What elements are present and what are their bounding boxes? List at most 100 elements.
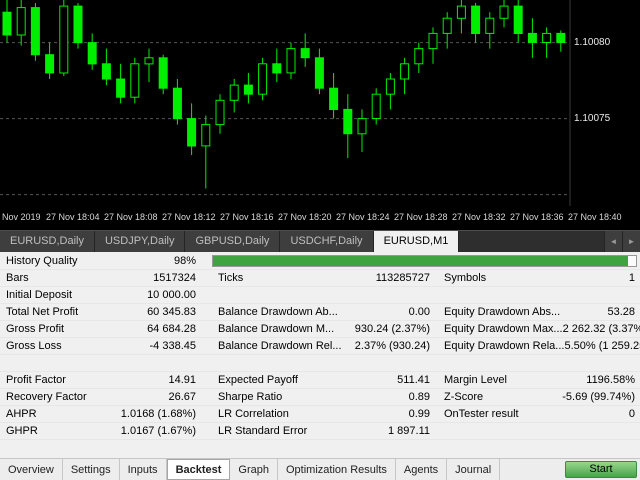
result-value: 930.24 (2.37%) — [354, 323, 430, 335]
chart-tab-eurusd-daily[interactable]: EURUSD,Daily — [0, 231, 95, 252]
time-axis: Nov 2019 27 Nov 18:04 27 Nov 18:08 27 Nov 1… — [0, 206, 640, 230]
time-axis-label: 27 Nov 18:12 — [162, 212, 216, 222]
time-axis-label: 27 Nov 18:20 — [278, 212, 332, 222]
history-quality-progress-bar — [212, 255, 637, 267]
candle-body — [130, 63, 140, 98]
time-axis-label: 27 Nov 18:24 — [336, 212, 390, 222]
result-row: Recovery Factor 26.67 Sharpe Ratio 0.89 Z-Sc… — [0, 389, 640, 406]
result-value: 2.37% (930.24) — [354, 340, 430, 352]
tab-journal[interactable]: Journal — [447, 459, 501, 480]
result-value: 98% — [173, 255, 196, 267]
candle-body — [527, 32, 537, 44]
candle-body — [2, 11, 12, 36]
result-label: Initial Deposit — [6, 289, 73, 301]
tab-inputs[interactable]: Inputs — [120, 459, 167, 480]
candle-body — [556, 32, 566, 44]
result-label: GHPR — [6, 425, 38, 437]
candle-body — [272, 63, 282, 74]
tab-graph[interactable]: Graph — [230, 459, 278, 480]
tab-backtest[interactable]: Backtest — [166, 459, 231, 480]
price-axis-label: 1.10080 — [574, 37, 611, 48]
result-value: 0.99 — [408, 408, 430, 420]
result-label: AHPR — [6, 408, 37, 420]
result-label: History Quality — [6, 255, 78, 267]
candle-body — [116, 78, 126, 98]
tab-optimization-results[interactable]: Optimization Results — [278, 459, 396, 480]
candle-body — [45, 54, 55, 74]
result-row: AHPR 1.0168 (1.68%) LR Correlation 0.99 OnTe… — [0, 406, 640, 423]
candle-body — [172, 87, 182, 120]
result-label: Z-Score — [444, 391, 484, 403]
result-value: 511.41 — [397, 374, 430, 386]
time-axis-label: 27 Nov 18:16 — [220, 212, 274, 222]
candle-body — [371, 93, 381, 119]
backtest-results-table: History Quality 98% Bars 1517324 Ticks 113285… — [0, 252, 640, 458]
price-chart[interactable]: 1.10080 1.10075 Nov 2019 27 Nov 18:04 27 No… — [0, 0, 640, 230]
candle-body — [414, 48, 424, 65]
candle-body — [385, 78, 395, 95]
result-label: Equity Drawdown Abs... — [444, 306, 561, 318]
candle-body — [300, 48, 310, 59]
tab-agents[interactable]: Agents — [396, 459, 448, 480]
scroll-left-icon[interactable]: ◄ — [604, 231, 622, 252]
chart-tab-gbpusd-daily[interactable]: GBPUSD,Daily — [185, 231, 281, 252]
time-axis-label: 27 Nov 18:28 — [394, 212, 448, 222]
result-row: GHPR 1.0167 (1.67%) LR Standard Error 1 897… — [0, 423, 640, 440]
time-axis-label: Nov 2019 — [2, 212, 41, 222]
result-value: 53.28 — [607, 306, 635, 318]
chart-tab-eurusd-m1[interactable]: EURUSD,M1 — [373, 231, 460, 252]
candle-body — [258, 63, 268, 95]
candle-body — [286, 48, 296, 74]
result-value: 5.50% (1 259.25) — [564, 340, 640, 352]
candlestick-chart — [0, 0, 571, 206]
candle-body — [215, 99, 225, 126]
candle-body — [158, 57, 168, 89]
result-label: Bars — [6, 272, 29, 284]
candle-body — [243, 84, 253, 95]
result-label: Gross Profit — [6, 323, 65, 335]
price-axis-label: 1.10075 — [574, 113, 611, 124]
result-value: 14.91 — [168, 374, 196, 386]
time-axis-label: 27 Nov 18:40 — [568, 212, 622, 222]
result-spacer-row — [0, 355, 640, 372]
candle-body — [428, 32, 438, 50]
candle-body — [357, 118, 367, 135]
result-label: Recovery Factor — [6, 391, 87, 403]
chart-tab-bar: EURUSD,Daily USDJPY,Daily GBPUSD,Daily USDC… — [0, 230, 640, 252]
result-label: LR Standard Error — [218, 425, 308, 437]
candle-body — [187, 118, 197, 147]
result-value: 26.67 — [168, 391, 196, 403]
result-value: 2 262.32 (3.37%) — [562, 323, 640, 335]
candle-body — [59, 5, 69, 74]
candle-body — [16, 7, 26, 36]
result-value: 0.00 — [408, 306, 430, 318]
candle-body — [343, 108, 353, 135]
chart-tab-usdjpy-daily[interactable]: USDJPY,Daily — [94, 231, 186, 252]
scroll-right-icon[interactable]: ► — [622, 231, 640, 252]
candle-body — [400, 63, 410, 80]
result-label: Symbols — [444, 272, 487, 284]
result-value: 10 000.00 — [147, 289, 196, 301]
result-value: -5.69 (99.74%) — [562, 391, 635, 403]
time-axis-label: 27 Nov 18:08 — [104, 212, 158, 222]
result-label: Sharpe Ratio — [218, 391, 283, 403]
result-label: Gross Loss — [6, 340, 62, 352]
tab-overview[interactable]: Overview — [0, 459, 63, 480]
candle-body — [30, 7, 40, 56]
result-value: 113285727 — [375, 272, 430, 284]
result-label: Balance Drawdown Rel... — [218, 340, 342, 352]
result-value: 1.0168 (1.68%) — [120, 408, 196, 420]
result-value: 0.89 — [408, 391, 430, 403]
chart-tab-scroll: ◄ ► — [604, 231, 640, 252]
candle-body — [87, 42, 97, 65]
result-label: Total Net Profit — [6, 306, 79, 318]
candle-body — [144, 57, 154, 65]
result-row: Total Net Profit 60 345.83 Balance Drawdow… — [0, 304, 640, 321]
result-label: Equity Drawdown Rela... — [444, 340, 565, 352]
result-label: Balance Drawdown M... — [218, 323, 335, 335]
result-row: Gross Loss -4 338.45 Balance Drawdown Rel.… — [0, 338, 640, 355]
chart-tab-usdchf-daily[interactable]: USDCHF,Daily — [280, 231, 374, 252]
result-label: LR Correlation — [218, 408, 289, 420]
tab-settings[interactable]: Settings — [63, 459, 120, 480]
start-button[interactable]: Start — [565, 461, 637, 478]
